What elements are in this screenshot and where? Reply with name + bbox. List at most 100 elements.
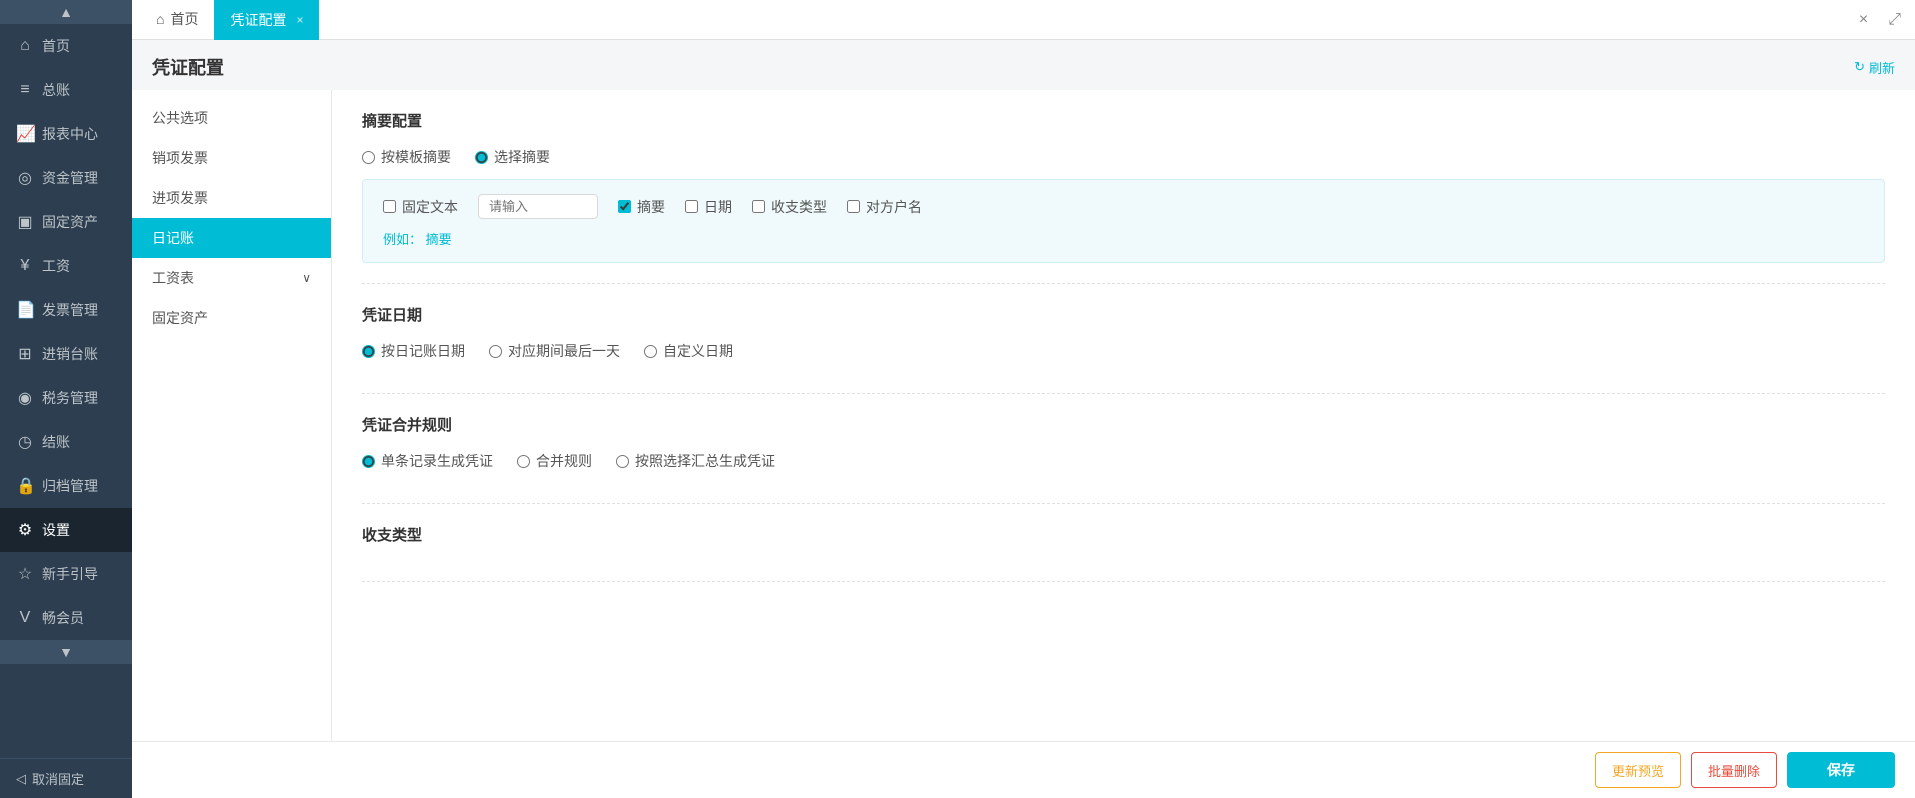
example-label: 例如： [383, 232, 422, 247]
sidebar-item-ledger[interactable]: ≡ 总账 [0, 68, 132, 112]
checkbox-row: 固定文本 摘要 日期 [383, 194, 1864, 219]
guide-icon: ☆ [16, 564, 34, 584]
sidebar-label-settings: 设置 [42, 520, 70, 540]
sidebar-label-reports: 报表中心 [42, 124, 98, 144]
sidebar-item-settle[interactable]: ◷ 结账 [0, 420, 132, 464]
checkbox-label-summary[interactable]: 摘要 [618, 197, 665, 217]
refresh-button[interactable]: ↻ 刷新 [1854, 58, 1895, 77]
funds-icon: ◎ [16, 168, 34, 188]
sidebar-label-reconcile: 进销台账 [42, 344, 98, 364]
radio-template-label: 按模板摘要 [381, 147, 451, 167]
left-nav-item-public[interactable]: 公共选项 [132, 98, 331, 138]
refresh-label: 刷新 [1869, 58, 1895, 77]
sidebar-item-assets[interactable]: ▣ 固定资产 [0, 200, 132, 244]
radio-bookkeeping-date[interactable] [362, 345, 375, 358]
checkbox-label-date[interactable]: 日期 [685, 197, 732, 217]
tab-voucher-config[interactable]: 凭证配置 × [214, 0, 319, 40]
single-label: 单条记录生成凭证 [381, 451, 493, 471]
income-type-checkbox-label: 收支类型 [771, 197, 827, 217]
tab-home-label: 首页 [170, 9, 198, 29]
radio-last-period[interactable] [489, 345, 502, 358]
update-preview-button[interactable]: 更新预览 [1595, 752, 1681, 788]
left-nav-item-fixed-assets[interactable]: 固定资产 [132, 298, 331, 338]
left-nav-label-journal: 日记账 [152, 228, 194, 248]
sidebar: ▲ ⌂ 首页 ≡ 总账 📈 报表中心 ◎ 资金管理 ▣ 固定资产 ¥ 工资 📄 … [0, 0, 132, 798]
invoice-icon: 📄 [16, 300, 34, 320]
left-nav-item-purchase-invoice[interactable]: 进项发票 [132, 178, 331, 218]
sidebar-label-guide: 新手引导 [42, 564, 98, 584]
left-nav-item-salary-table[interactable]: 工资表 ∨ [132, 258, 331, 298]
sidebar-item-archive[interactable]: 🔒 归档管理 [0, 464, 132, 508]
section-summary: 摘要配置 按模板摘要 选择摘要 [362, 110, 1885, 284]
salary-icon: ¥ [16, 257, 34, 275]
sidebar-item-invoice[interactable]: 📄 发票管理 [0, 288, 132, 332]
page-title: 凭证配置 [152, 54, 224, 80]
sidebar-item-member[interactable]: V 畅会员 [0, 596, 132, 640]
checkbox-fixed-text[interactable] [383, 200, 396, 213]
summary-config-box: 固定文本 摘要 日期 [362, 179, 1885, 263]
section-income-type: 收支类型 [362, 524, 1885, 582]
tab-close-icon[interactable]: × [296, 13, 303, 27]
tax-icon: ◉ [16, 388, 34, 408]
content-wrapper: 凭证配置 ↻ 刷新 公共选项 销项发票 进项发票 日记账 [132, 40, 1915, 798]
left-nav-item-sales-invoice[interactable]: 销项发票 [132, 138, 331, 178]
window-fullscreen-button[interactable]: ⤢ [1882, 9, 1907, 31]
sidebar-item-funds[interactable]: ◎ 资金管理 [0, 156, 132, 200]
radio-label-merge[interactable]: 合并规则 [517, 451, 592, 471]
save-button[interactable]: 保存 [1787, 752, 1895, 788]
sidebar-unpin-label: 取消固定 [32, 769, 84, 788]
section-income-type-title: 收支类型 [362, 524, 1885, 545]
tab-home[interactable]: ⌂ 首页 [140, 0, 214, 40]
radio-by-selection[interactable] [616, 455, 629, 468]
sidebar-item-reconcile[interactable]: ⊞ 进销台账 [0, 332, 132, 376]
checkbox-summary[interactable] [618, 200, 631, 213]
merge-rules-radio-group: 单条记录生成凭证 合并规则 按照选择汇总生成凭证 [362, 451, 1885, 471]
sidebar-item-home[interactable]: ⌂ 首页 [0, 24, 132, 68]
section-summary-title: 摘要配置 [362, 110, 1885, 131]
checkbox-label-counterpart[interactable]: 对方户名 [847, 197, 922, 217]
checkbox-date[interactable] [685, 200, 698, 213]
member-icon: V [16, 609, 34, 627]
sidebar-label-funds: 资金管理 [42, 168, 98, 188]
checkbox-label-fixed-text[interactable]: 固定文本 [383, 197, 458, 217]
sidebar-scroll-down[interactable]: ▼ [0, 640, 132, 664]
checkbox-label-income-type[interactable]: 收支类型 [752, 197, 827, 217]
bottom-bar: 更新预览 批量删除 保存 [132, 741, 1915, 798]
radio-label-single[interactable]: 单条记录生成凭证 [362, 451, 493, 471]
fixed-text-input[interactable] [478, 194, 598, 219]
checkbox-counterpart[interactable] [847, 200, 860, 213]
archive-icon: 🔒 [16, 476, 34, 496]
left-nav-item-journal[interactable]: 日记账 [132, 218, 331, 258]
sidebar-item-guide[interactable]: ☆ 新手引导 [0, 552, 132, 596]
merge-label: 合并规则 [536, 451, 592, 471]
radio-label-template[interactable]: 按模板摘要 [362, 147, 451, 167]
sidebar-unpin[interactable]: ◁ 取消固定 [0, 758, 132, 798]
radio-label-by-selection[interactable]: 按照选择汇总生成凭证 [616, 451, 775, 471]
radio-label-last-period[interactable]: 对应期间最后一天 [489, 341, 620, 361]
pin-icon: ◁ [16, 771, 26, 787]
radio-label-bookkeeping-date[interactable]: 按日记账日期 [362, 341, 465, 361]
radio-custom-date[interactable] [644, 345, 657, 358]
sidebar-label-member: 畅会员 [42, 608, 84, 628]
sidebar-item-reports[interactable]: 📈 报表中心 [0, 112, 132, 156]
radio-merge[interactable] [517, 455, 530, 468]
sidebar-item-salary[interactable]: ¥ 工资 [0, 244, 132, 288]
radio-template[interactable] [362, 151, 375, 164]
radio-single[interactable] [362, 455, 375, 468]
window-close-button[interactable]: × [1853, 9, 1874, 31]
sidebar-scroll-up[interactable]: ▲ [0, 0, 132, 24]
batch-delete-button[interactable]: 批量删除 [1691, 752, 1777, 788]
radio-label-custom-date[interactable]: 自定义日期 [644, 341, 733, 361]
custom-date-label: 自定义日期 [663, 341, 733, 361]
radio-select[interactable] [475, 151, 488, 164]
radio-select-label: 选择摘要 [494, 147, 550, 167]
summary-radio-group: 按模板摘要 选择摘要 [362, 147, 1885, 167]
radio-label-select[interactable]: 选择摘要 [475, 147, 550, 167]
example-text: 例如： 摘要 [383, 229, 1864, 248]
chevron-down-icon: ∨ [302, 271, 311, 285]
assets-icon: ▣ [16, 212, 34, 232]
sidebar-label-ledger: 总账 [42, 80, 70, 100]
checkbox-income-type[interactable] [752, 200, 765, 213]
sidebar-item-tax[interactable]: ◉ 税务管理 [0, 376, 132, 420]
sidebar-item-settings[interactable]: ⚙ 设置 [0, 508, 132, 552]
